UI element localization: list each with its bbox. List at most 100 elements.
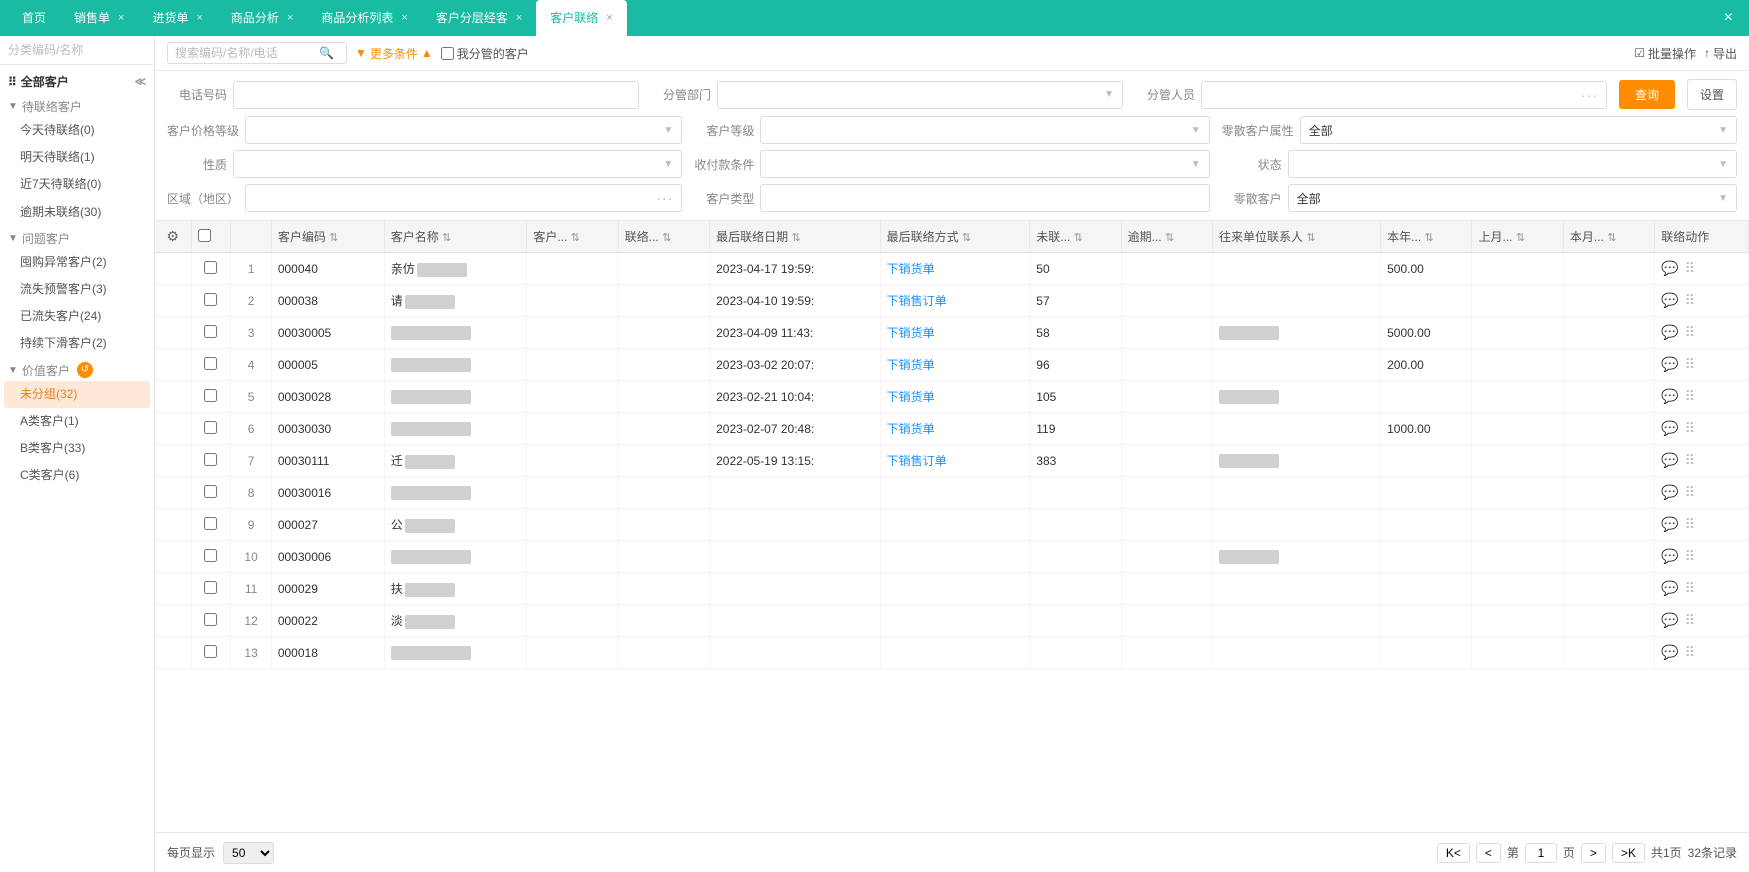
- sort-tm-icon[interactable]: ⇅: [1607, 232, 1616, 244]
- qr-icon[interactable]: ⠿: [1685, 356, 1695, 373]
- sidebar-item-ungrouped[interactable]: 未分组(32): [4, 381, 150, 408]
- tab-sales[interactable]: 销售单 ×: [60, 0, 138, 36]
- th-contact[interactable]: 联络... ⇅: [618, 221, 709, 253]
- field-region-input[interactable]: ···: [245, 184, 682, 212]
- gear-icon[interactable]: ⚙: [166, 228, 179, 244]
- field-status-input[interactable]: ▼: [1288, 150, 1737, 178]
- row-checkbox[interactable]: [204, 261, 217, 274]
- sidebar-item-overdue-pending[interactable]: 逾期未联络(30): [0, 199, 154, 226]
- sort-contact-icon[interactable]: ⇅: [662, 232, 671, 244]
- tab-customer-contact[interactable]: 客户联络 ×: [536, 0, 626, 36]
- sidebar-item-group-c[interactable]: C类客户(6): [0, 462, 154, 489]
- sidebar-item-tomorrow-pending[interactable]: 明天待联络(1): [0, 144, 154, 171]
- tab-goods-list[interactable]: 商品分析列表 ×: [307, 0, 421, 36]
- chat-icon[interactable]: 💬: [1661, 356, 1678, 373]
- sort-nc-icon[interactable]: ⇅: [1074, 232, 1083, 244]
- qr-icon[interactable]: ⠿: [1685, 548, 1695, 565]
- tab-sales-close[interactable]: ×: [118, 0, 124, 36]
- window-close-button[interactable]: ×: [1716, 9, 1741, 27]
- th-this-year[interactable]: 本年... ⇅: [1381, 221, 1472, 253]
- next-page-button[interactable]: >: [1581, 843, 1606, 863]
- chat-icon[interactable]: 💬: [1661, 516, 1678, 533]
- row-checkbox[interactable]: [204, 581, 217, 594]
- last-page-button[interactable]: >K: [1612, 843, 1645, 863]
- chat-icon[interactable]: 💬: [1661, 260, 1678, 277]
- qr-icon[interactable]: ⠿: [1685, 452, 1695, 469]
- reset-button[interactable]: 设置: [1687, 79, 1737, 110]
- sort-type-icon[interactable]: ⇅: [571, 232, 580, 244]
- field-phone-input[interactable]: [233, 81, 639, 109]
- last-way-link[interactable]: 下销售订单: [887, 294, 947, 308]
- export-button[interactable]: ↑ 导出: [1704, 45, 1737, 62]
- collapse-icon[interactable]: ≪: [134, 75, 146, 88]
- last-way-link[interactable]: 下销货单: [887, 326, 935, 340]
- sidebar-all-customers[interactable]: ⠿ 全部客户 ≪: [0, 65, 154, 94]
- sort-overdue-icon[interactable]: ⇅: [1165, 232, 1174, 244]
- sidebar-item-flow-loss[interactable]: 流失预警客户(3): [0, 276, 154, 303]
- chat-icon[interactable]: 💬: [1661, 452, 1678, 469]
- sidebar-item-group-b[interactable]: B类客户(33): [0, 435, 154, 462]
- row-checkbox[interactable]: [204, 485, 217, 498]
- qr-icon[interactable]: ⠿: [1685, 612, 1695, 629]
- field-person-input[interactable]: ···: [1201, 81, 1607, 109]
- field-price-level-input[interactable]: ▼: [245, 116, 682, 144]
- qr-icon[interactable]: ⠿: [1685, 516, 1695, 533]
- field-retail-input[interactable]: 全部 ▼: [1288, 184, 1737, 212]
- my-customers-checkbox-container[interactable]: 我分管的客户: [441, 45, 529, 62]
- chat-icon[interactable]: 💬: [1661, 420, 1678, 437]
- th-gear[interactable]: ⚙: [155, 221, 191, 253]
- sidebar-item-unusual-purchase[interactable]: 囤购异常客户(2): [0, 249, 154, 276]
- sort-date-icon[interactable]: ⇅: [791, 232, 800, 244]
- sidebar-item-today-pending[interactable]: 今天待联络(0): [0, 117, 154, 144]
- tab-home[interactable]: 首页: [8, 0, 60, 36]
- field-customer-level-input[interactable]: ▼: [760, 116, 1209, 144]
- tab-purchase[interactable]: 进货单 ×: [138, 0, 216, 36]
- th-last-date[interactable]: 最后联络日期 ⇅: [710, 221, 880, 253]
- sort-code-icon[interactable]: ⇅: [329, 232, 338, 244]
- field-dept-input[interactable]: ▼: [717, 81, 1123, 109]
- row-checkbox[interactable]: [204, 517, 217, 530]
- row-checkbox[interactable]: [204, 325, 217, 338]
- chat-icon[interactable]: 💬: [1661, 580, 1678, 597]
- tab-purchase-close[interactable]: ×: [196, 0, 202, 36]
- chat-icon[interactable]: 💬: [1661, 388, 1678, 405]
- sidebar-item-lost[interactable]: 已流失客户(24): [0, 303, 154, 330]
- th-name[interactable]: 客户名称 ⇅: [384, 221, 527, 253]
- th-type[interactable]: 客户... ⇅: [527, 221, 618, 253]
- th-overdue[interactable]: 逾期... ⇅: [1121, 221, 1212, 253]
- sidebar-item-group-a[interactable]: A类客户(1): [0, 408, 154, 435]
- qr-icon[interactable]: ⠿: [1685, 388, 1695, 405]
- last-way-link[interactable]: 下销售订单: [887, 454, 947, 468]
- row-checkbox[interactable]: [204, 549, 217, 562]
- tab-goods-analysis[interactable]: 商品分析 ×: [217, 0, 307, 36]
- field-customer-type-input[interactable]: [760, 184, 1209, 212]
- row-checkbox[interactable]: [204, 293, 217, 306]
- th-code[interactable]: 客户编码 ⇅: [271, 221, 384, 253]
- tab-customer-contact-close[interactable]: ×: [606, 0, 612, 36]
- prev-page-button[interactable]: <: [1476, 843, 1501, 863]
- qr-icon[interactable]: ⠿: [1685, 260, 1695, 277]
- tab-customer-segment-close[interactable]: ×: [516, 0, 522, 36]
- sort-ty-icon[interactable]: ⇅: [1424, 232, 1433, 244]
- chat-icon[interactable]: 💬: [1661, 612, 1678, 629]
- qr-icon[interactable]: ⠿: [1685, 644, 1695, 661]
- tab-goods-analysis-close[interactable]: ×: [287, 0, 293, 36]
- last-way-link[interactable]: 下销货单: [887, 358, 935, 372]
- sort-way-icon[interactable]: ⇅: [962, 232, 971, 244]
- row-checkbox[interactable]: [204, 357, 217, 370]
- sort-lm-icon[interactable]: ⇅: [1516, 232, 1525, 244]
- chat-icon[interactable]: 💬: [1661, 484, 1678, 501]
- batch-ops-button[interactable]: ☑ 批量操作: [1634, 45, 1696, 62]
- last-way-link[interactable]: 下销货单: [887, 422, 935, 436]
- filter-search-icon[interactable]: 🔍: [319, 46, 334, 60]
- th-external-contact[interactable]: 往来单位联系人 ⇅: [1213, 221, 1381, 253]
- th-this-month[interactable]: 本月... ⇅: [1563, 221, 1654, 253]
- tab-goods-list-close[interactable]: ×: [401, 0, 407, 36]
- th-last-month[interactable]: 上月... ⇅: [1472, 221, 1563, 253]
- th-last-way[interactable]: 最后联络方式 ⇅: [880, 221, 1030, 253]
- last-way-link[interactable]: 下销货单: [887, 390, 935, 404]
- my-customers-checkbox[interactable]: [441, 47, 454, 60]
- field-payment-input[interactable]: ▼: [760, 150, 1209, 178]
- page-size-select[interactable]: 50 100 200: [223, 842, 274, 864]
- sidebar-search-input[interactable]: [8, 43, 155, 57]
